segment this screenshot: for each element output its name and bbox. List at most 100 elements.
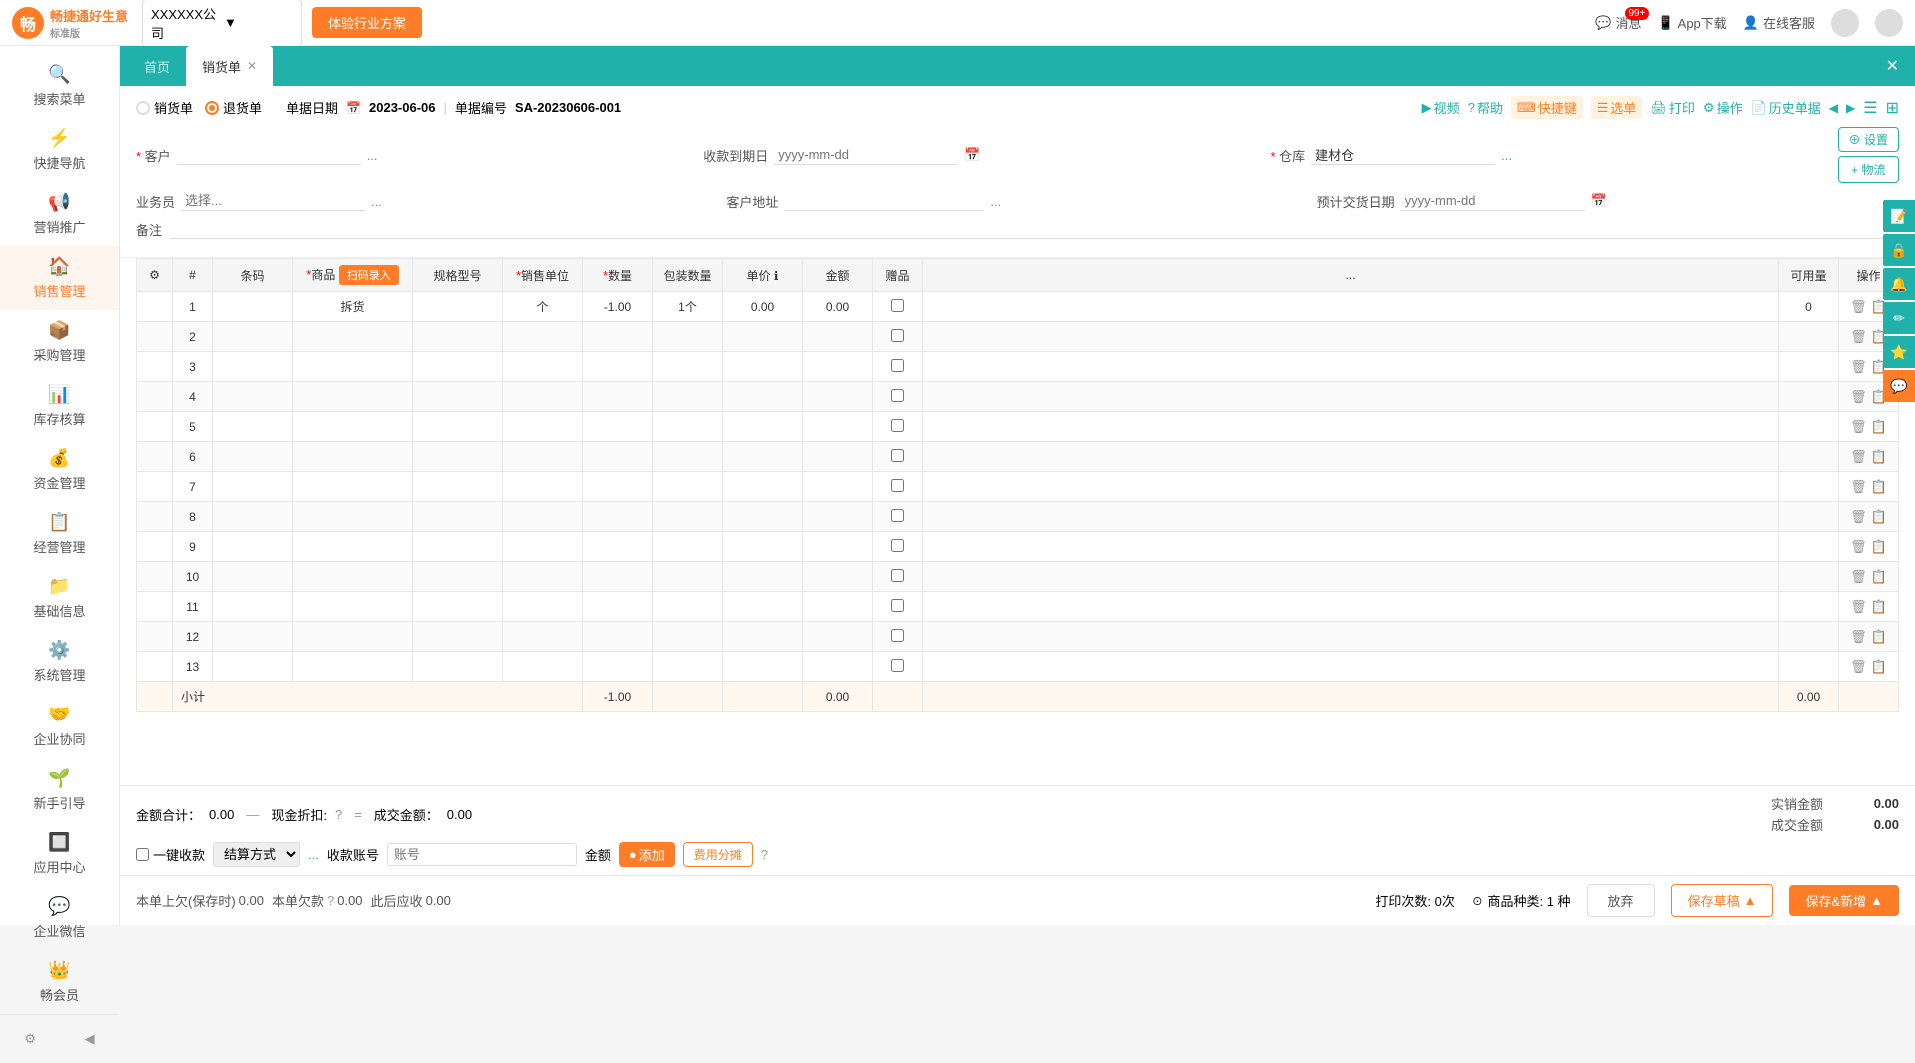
c[interactable] [213, 322, 293, 352]
c[interactable] [413, 412, 503, 442]
c[interactable] [873, 592, 923, 622]
warehouse-input[interactable] [1311, 145, 1495, 165]
sidebar-item-purchase[interactable]: 📦 采购管理 [0, 310, 119, 374]
gift-checkbox-4[interactable] [891, 389, 904, 402]
delete-icon-5[interactable]: 🗑 [1850, 419, 1867, 435]
c[interactable] [723, 502, 803, 532]
row-remark-1[interactable] [923, 292, 1779, 322]
c[interactable] [413, 322, 503, 352]
company-selector[interactable]: XXXXXX公司 ▼ [142, 0, 302, 47]
gift-checkbox-2[interactable] [891, 329, 904, 342]
c[interactable] [873, 622, 923, 652]
c[interactable] [293, 532, 413, 562]
c[interactable] [653, 322, 723, 352]
c[interactable] [723, 622, 803, 652]
copy-icon-6[interactable]: 📋 [1871, 449, 1887, 465]
sidebar-collapse-btn[interactable]: ◀ [77, 1023, 103, 1055]
row-gift-1[interactable] [873, 292, 923, 322]
c[interactable] [873, 472, 923, 502]
user-avatar[interactable] [1831, 9, 1859, 37]
c[interactable] [803, 352, 873, 382]
sidebar-item-marketing[interactable]: 📢 营销推广 [0, 182, 119, 246]
discard-button[interactable]: 放弃 [1587, 884, 1655, 917]
tab-home[interactable]: 首页 [128, 46, 186, 86]
c[interactable] [873, 502, 923, 532]
app-download-link[interactable]: 📱 App下载 [1657, 13, 1726, 32]
c[interactable] [723, 352, 803, 382]
c[interactable] [923, 622, 1779, 652]
c[interactable] [923, 652, 1779, 682]
c[interactable] [803, 592, 873, 622]
fee-help-icon[interactable]: ? [761, 847, 768, 862]
fee-split-button[interactable]: 费用分摊 [683, 842, 753, 867]
c[interactable] [503, 502, 583, 532]
sidebar-item-search[interactable]: 🔍 搜索菜单 [0, 54, 119, 118]
delete-icon-9[interactable]: 🗑 [1850, 539, 1867, 555]
c[interactable] [873, 412, 923, 442]
payment-method-more-icon[interactable]: ... [308, 847, 319, 862]
c[interactable] [583, 652, 653, 682]
sidebar-item-guide[interactable]: 🌱 新手引导 [0, 758, 119, 822]
sidebar-item-appcenter[interactable]: 🔲 应用中心 [0, 822, 119, 886]
gift-checkbox-7[interactable] [891, 479, 904, 492]
delete-icon-7[interactable]: 🗑 [1850, 479, 1867, 495]
c[interactable] [213, 412, 293, 442]
row-spec-1[interactable] [413, 292, 503, 322]
trial-button[interactable]: 体验行业方案 [312, 7, 422, 38]
float-btn-2[interactable]: 🔒 [1883, 234, 1915, 266]
c[interactable] [723, 472, 803, 502]
sidebar-item-system[interactable]: ⚙️ 系统管理 [0, 630, 119, 694]
online-service-link[interactable]: 👤 在线客服 [1743, 13, 1815, 32]
gift-checkbox-12[interactable] [891, 629, 904, 642]
c[interactable] [653, 502, 723, 532]
gift-checkbox-5[interactable] [891, 419, 904, 432]
delete-icon-2[interactable]: 🗑 [1850, 329, 1867, 345]
delete-icon-6[interactable]: 🗑 [1850, 449, 1867, 465]
user-avatar-2[interactable] [1875, 9, 1903, 37]
remarks-input[interactable] [170, 219, 1899, 239]
action-link[interactable]: ⚙ 操作 [1703, 98, 1743, 117]
c[interactable] [213, 442, 293, 472]
c[interactable] [653, 592, 723, 622]
c[interactable] [923, 472, 1779, 502]
sidebar-item-finance[interactable]: 💰 资金管理 [0, 438, 119, 502]
shortcut-link[interactable]: ⌨ 快捷键 [1511, 96, 1583, 119]
c[interactable] [293, 382, 413, 412]
c[interactable] [583, 532, 653, 562]
salesperson-more-icon[interactable]: ... [371, 194, 382, 209]
c[interactable] [653, 412, 723, 442]
barcode-input-1[interactable] [221, 299, 284, 314]
c[interactable] [923, 382, 1779, 412]
c[interactable] [293, 472, 413, 502]
tab-close-icon[interactable]: ✕ [247, 59, 257, 73]
notification-bell[interactable]: 💬 消息 99+ [1595, 13, 1641, 32]
c[interactable] [723, 412, 803, 442]
c[interactable] [583, 472, 653, 502]
c[interactable] [653, 562, 723, 592]
c[interactable] [873, 382, 923, 412]
c[interactable] [873, 322, 923, 352]
copy-icon-12[interactable]: 📋 [1871, 629, 1887, 645]
copy-icon-10[interactable]: 📋 [1871, 569, 1887, 585]
c[interactable] [213, 352, 293, 382]
float-btn-6[interactable]: 💬 [1883, 370, 1915, 402]
c[interactable] [923, 562, 1779, 592]
copy-icon-13[interactable]: 📋 [1871, 659, 1887, 675]
c[interactable] [413, 532, 503, 562]
c[interactable] [583, 442, 653, 472]
delete-icon-10[interactable]: 🗑 [1850, 569, 1867, 585]
print-link[interactable]: 🖨 打印 [1650, 98, 1695, 117]
save-draft-button[interactable]: 保存草稿 ▲ [1671, 884, 1774, 917]
payment-due-input[interactable] [774, 145, 958, 165]
c[interactable] [803, 622, 873, 652]
c[interactable] [803, 322, 873, 352]
c[interactable] [653, 472, 723, 502]
c[interactable] [583, 562, 653, 592]
grid-view-btn[interactable]: ⊞ [1886, 98, 1899, 118]
salesperson-input[interactable] [181, 191, 365, 211]
c[interactable] [653, 622, 723, 652]
c[interactable] [293, 622, 413, 652]
scan-button[interactable]: 扫码录入 [339, 265, 399, 285]
c[interactable] [653, 532, 723, 562]
c[interactable] [503, 472, 583, 502]
